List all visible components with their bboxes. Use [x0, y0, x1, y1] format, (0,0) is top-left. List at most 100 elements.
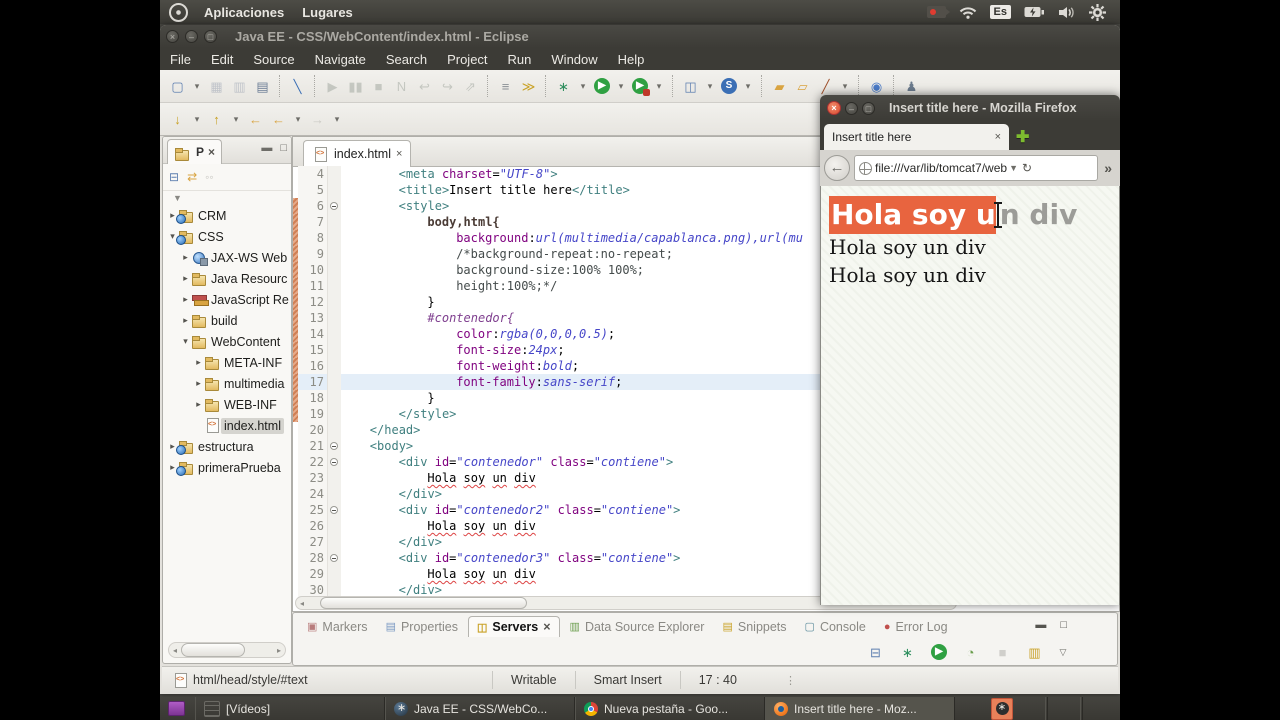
- dropdown-icon[interactable]: ▾: [705, 78, 715, 95]
- panel-maximize-icon[interactable]: □: [1060, 619, 1067, 631]
- minimize-icon[interactable]: –: [845, 101, 858, 115]
- applications-menu[interactable]: Aplicaciones: [195, 5, 293, 20]
- prev-annotation-icon[interactable]: ↑: [208, 111, 225, 128]
- dropdown-icon[interactable]: ▾: [840, 78, 850, 95]
- wifi-icon[interactable]: [959, 6, 977, 19]
- link-with-editor-icon[interactable]: ⇄: [187, 170, 197, 184]
- session-gear-icon[interactable]: [1089, 3, 1106, 21]
- places-menu[interactable]: Lugares: [293, 5, 362, 20]
- tab-markers[interactable]: ▣ Markers: [299, 617, 376, 637]
- tree-item-multimedia[interactable]: ▸ multimedia: [163, 373, 291, 394]
- expand-arrow-icon[interactable]: ▸: [180, 273, 191, 284]
- menu-search[interactable]: Search: [376, 52, 437, 67]
- reload-icon[interactable]: ↻: [1022, 161, 1032, 175]
- panel-minimize-icon[interactable]: ▬: [1035, 619, 1046, 631]
- distro-logo-icon[interactable]: [169, 2, 188, 22]
- expand-arrow-icon[interactable]: ▾: [180, 336, 191, 347]
- tab-properties[interactable]: ▤ Properties: [378, 617, 466, 637]
- scroll-left-icon[interactable]: ◂: [296, 599, 308, 608]
- eclipse-titlebar[interactable]: × – □ Java EE - CSS/WebContent/index.htm…: [160, 25, 1120, 48]
- back-icon[interactable]: ←: [270, 111, 287, 128]
- tab-index-html[interactable]: index.html ×: [303, 140, 412, 167]
- tab-snippets[interactable]: ▤ Snippets: [714, 617, 794, 637]
- scrollbar-thumb[interactable]: [320, 597, 527, 609]
- user-profile-icon[interactable]: ♟: [903, 78, 920, 95]
- web-browser-icon[interactable]: ◉: [868, 78, 885, 95]
- menu-source[interactable]: Source: [243, 52, 304, 67]
- scroll-left-icon[interactable]: ◂: [169, 646, 181, 655]
- debug-icon[interactable]: ∗: [555, 78, 572, 95]
- dropdown-icon[interactable]: ▾: [578, 78, 588, 95]
- tree-item-css[interactable]: ▾ CSS: [163, 226, 291, 247]
- tab-insert-title-here[interactable]: Insert title here ×: [824, 124, 1009, 150]
- new-server-icon[interactable]: ◫: [682, 78, 699, 95]
- expand-arrow-icon[interactable]: ▸: [193, 378, 204, 389]
- menu-navigate[interactable]: Navigate: [305, 52, 376, 67]
- url-bar[interactable]: file:///var/lib/tomcat7/web ▼ ↻: [854, 155, 1099, 181]
- expand-arrow-icon[interactable]: ▸: [180, 294, 191, 305]
- tree-item-jax-ws-web[interactable]: ▸ JAX-WS Web: [163, 247, 291, 268]
- collapse-all-icon[interactable]: ⊟: [169, 170, 179, 184]
- run-icon[interactable]: ▶: [594, 78, 610, 94]
- view-menu-chevron-icon[interactable]: ▼: [163, 191, 291, 205]
- tree-item-java-resourc[interactable]: ▸ Java Resourc: [163, 268, 291, 289]
- expand-arrow-icon[interactable]: ▸: [193, 399, 204, 410]
- tab-data-source-explorer[interactable]: ▥ Data Source Explorer: [562, 617, 713, 637]
- open-folder-icon[interactable]: ▱: [794, 78, 811, 95]
- menu-window[interactable]: Window: [541, 52, 607, 67]
- taskbar-item-firefox[interactable]: Insert title here - Moz...: [765, 697, 955, 720]
- tab-close-icon[interactable]: ×: [208, 145, 215, 159]
- panel-minimize-icon[interactable]: ▬: [261, 142, 272, 154]
- dropdown-icon[interactable]: ▾: [293, 111, 303, 128]
- dropdown-icon[interactable]: ▾: [231, 111, 241, 128]
- minimize-icon[interactable]: –: [185, 30, 198, 43]
- tab-close-icon[interactable]: ×: [396, 148, 402, 160]
- taskbar-item-filemanager[interactable]: [Vídeos]: [195, 697, 385, 720]
- run-external-icon[interactable]: ▶: [632, 78, 650, 96]
- tree-item-estructura[interactable]: ▸ estructura: [163, 436, 291, 457]
- firefox-titlebar[interactable]: × – □ Insert title here - Mozilla Firefo…: [820, 95, 1120, 121]
- url-text[interactable]: file:///var/lib/tomcat7/web: [875, 161, 1007, 175]
- taskbar-item-chrome[interactable]: Nueva pestaña - Goo...: [575, 697, 765, 720]
- battery-icon[interactable]: [1024, 6, 1045, 18]
- tree-item-build[interactable]: ▸ build: [163, 310, 291, 331]
- skip-breakpoints-icon[interactable]: ≫: [520, 78, 537, 95]
- dropdown-icon[interactable]: ▾: [192, 78, 202, 95]
- tree-item-web-inf[interactable]: ▸ WEB-INF: [163, 394, 291, 415]
- taskbar-item-eclipse[interactable]: Java EE - CSS/WebCo...: [385, 697, 575, 720]
- close-icon[interactable]: ×: [166, 30, 179, 43]
- start-server-icon[interactable]: ▶: [931, 644, 947, 660]
- dropdown-icon[interactable]: ▾: [654, 78, 664, 95]
- dropdown-icon[interactable]: ▾: [192, 111, 202, 128]
- url-dropdown-icon[interactable]: ▼: [1009, 163, 1018, 173]
- menu-edit[interactable]: Edit: [201, 52, 243, 67]
- fold-minus-icon[interactable]: [327, 550, 341, 566]
- overflow-chevron-icon[interactable]: »: [1104, 160, 1112, 176]
- tab-console[interactable]: ▢ Console: [797, 617, 874, 637]
- tree-item-webcontent[interactable]: ▾ WebContent: [163, 331, 291, 352]
- tab-error-log[interactable]: ● Error Log: [876, 617, 956, 637]
- menu-project[interactable]: Project: [437, 52, 497, 67]
- panel-maximize-icon[interactable]: □: [280, 142, 287, 154]
- print-icon[interactable]: ▤: [254, 78, 271, 95]
- fold-minus-icon[interactable]: [327, 454, 341, 470]
- mark-occurrences-icon[interactable]: ≡: [497, 78, 514, 95]
- workspace-switcher-icon[interactable]: [168, 701, 185, 716]
- menu-help[interactable]: Help: [608, 52, 655, 67]
- tree-item-primeraprueba[interactable]: ▸ primeraPrueba: [163, 457, 291, 478]
- expand-arrow-icon[interactable]: ▸: [193, 357, 204, 368]
- new-tab-icon[interactable]: ✚: [1016, 127, 1029, 147]
- publish-icon[interactable]: ▥: [1026, 644, 1043, 661]
- menu-run[interactable]: Run: [498, 52, 542, 67]
- dropdown-icon[interactable]: ▾: [616, 78, 626, 95]
- start-profiling-icon[interactable]: ◔: [962, 644, 979, 661]
- new-wizard-icon[interactable]: ▢: [169, 78, 186, 95]
- open-web-folder-icon[interactable]: ▰: [771, 78, 788, 95]
- screen-record-icon[interactable]: [926, 6, 950, 18]
- fold-minus-icon[interactable]: [327, 502, 341, 518]
- scrollbar-thumb[interactable]: [181, 643, 245, 657]
- tree-item-crm[interactable]: ▸ CRM: [163, 205, 291, 226]
- menu-file[interactable]: File: [160, 52, 201, 67]
- debug-server-icon[interactable]: ∗: [899, 644, 916, 661]
- scroll-right-icon[interactable]: ▸: [273, 646, 285, 655]
